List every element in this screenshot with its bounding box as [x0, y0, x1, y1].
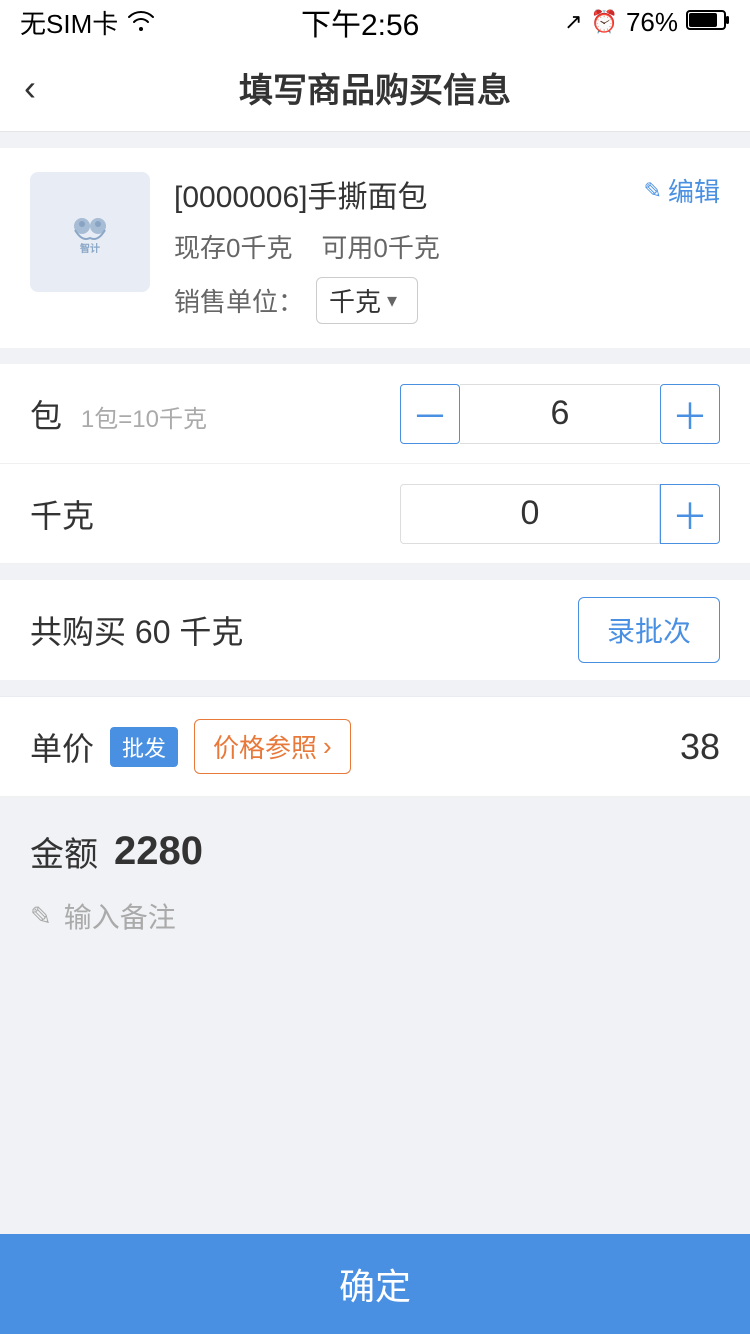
- confirm-bar[interactable]: 确定: [0, 1234, 750, 1334]
- kg-plus-button[interactable]: ＋: [660, 484, 720, 544]
- price-label: 单价: [30, 724, 94, 770]
- amount-row: 金额 2280: [30, 827, 720, 876]
- edit-button[interactable]: ✎ 编辑: [644, 172, 720, 209]
- pack-sub-label: 1包=10千克: [81, 406, 207, 433]
- product-name: [0000006]手撕面包: [174, 172, 720, 216]
- price-section: 单价 批发 价格参照 › 38: [0, 696, 750, 797]
- price-value: 38: [680, 726, 720, 768]
- battery-icon: [686, 7, 730, 38]
- price-ref-arrow: ›: [323, 731, 332, 762]
- pack-plus-button[interactable]: ＋: [660, 384, 720, 444]
- kg-stepper: ＋: [400, 484, 720, 544]
- kg-label: 千克: [30, 491, 400, 537]
- total-section: 共购买 60 千克 录批次: [0, 580, 750, 680]
- remark-row[interactable]: ✎ 输入备注: [30, 896, 720, 956]
- location-icon: ↗: [564, 9, 582, 35]
- pack-input-section: 包 1包=10千克 － ＋ 千克 ＋: [0, 364, 750, 564]
- pack-stepper: － ＋: [400, 384, 720, 444]
- kg-input[interactable]: [400, 484, 660, 544]
- wifi-icon: [126, 7, 156, 38]
- product-unit-row: 销售单位： 千克 ▾: [174, 277, 720, 324]
- status-bar: 无SIM卡 下午2:56 ↗ ⏰ 76%: [0, 0, 750, 44]
- remark-placeholder: 输入备注: [64, 896, 176, 936]
- spacer: [0, 956, 750, 1156]
- unit-select[interactable]: 千克 ▾: [316, 277, 418, 324]
- kg-input-row: 千克 ＋: [0, 464, 750, 564]
- remark-icon: ✎: [30, 901, 52, 932]
- nav-bar: ‹ 填写商品购买信息: [0, 44, 750, 132]
- svg-text:智计: 智计: [80, 242, 100, 255]
- amount-section: 金额 2280 ✎ 输入备注: [0, 797, 750, 956]
- edit-icon: ✎: [644, 178, 662, 204]
- price-tag-batch: 批发: [110, 727, 178, 767]
- product-image: 智计: [30, 172, 150, 292]
- stock-text: 现存0千克: [174, 233, 292, 263]
- confirm-button[interactable]: 确定: [339, 1258, 411, 1310]
- total-text: 共购买 60 千克: [30, 607, 243, 653]
- pack-input[interactable]: [460, 384, 660, 444]
- status-icons: ↗ ⏰ 76%: [564, 7, 730, 38]
- batch-button[interactable]: 录批次: [578, 597, 720, 663]
- status-time: 下午2:56: [301, 0, 419, 44]
- price-ref-button[interactable]: 价格参照 ›: [194, 719, 351, 774]
- available-text: 可用0千克: [321, 233, 439, 263]
- pack-text: 包: [30, 398, 62, 434]
- product-stock: 现存0千克 可用0千克: [174, 228, 720, 265]
- pack-minus-button[interactable]: －: [400, 384, 460, 444]
- amount-label: 金额: [30, 827, 98, 876]
- product-info: [0000006]手撕面包 现存0千克 可用0千克 销售单位： 千克 ▾: [174, 172, 720, 324]
- page-title: 填写商品购买信息: [239, 63, 511, 112]
- total-row: 共购买 60 千克 录批次: [0, 580, 750, 680]
- unit-value: 千克: [329, 282, 381, 319]
- pack-label: 包 1包=10千克: [30, 391, 400, 437]
- edit-label: 编辑: [668, 172, 720, 209]
- chevron-down-icon: ▾: [387, 288, 397, 313]
- price-ref-label: 价格参照: [213, 728, 317, 765]
- back-button[interactable]: ‹: [24, 67, 36, 109]
- status-carrier: 无SIM卡: [20, 4, 156, 41]
- alarm-icon: ⏰: [591, 9, 618, 35]
- product-card: 智计 [0000006]手撕面包 现存0千克 可用0千克 销售单位： 千克 ▾ …: [0, 148, 750, 348]
- pack-input-row: 包 1包=10千克 － ＋: [0, 364, 750, 464]
- price-row: 单价 批发 价格参照 › 38: [0, 697, 750, 797]
- battery-text: 76%: [626, 7, 678, 38]
- unit-label: 销售单位：: [174, 282, 304, 319]
- amount-value: 2280: [114, 829, 203, 874]
- carrier-text: 无SIM卡: [20, 4, 118, 41]
